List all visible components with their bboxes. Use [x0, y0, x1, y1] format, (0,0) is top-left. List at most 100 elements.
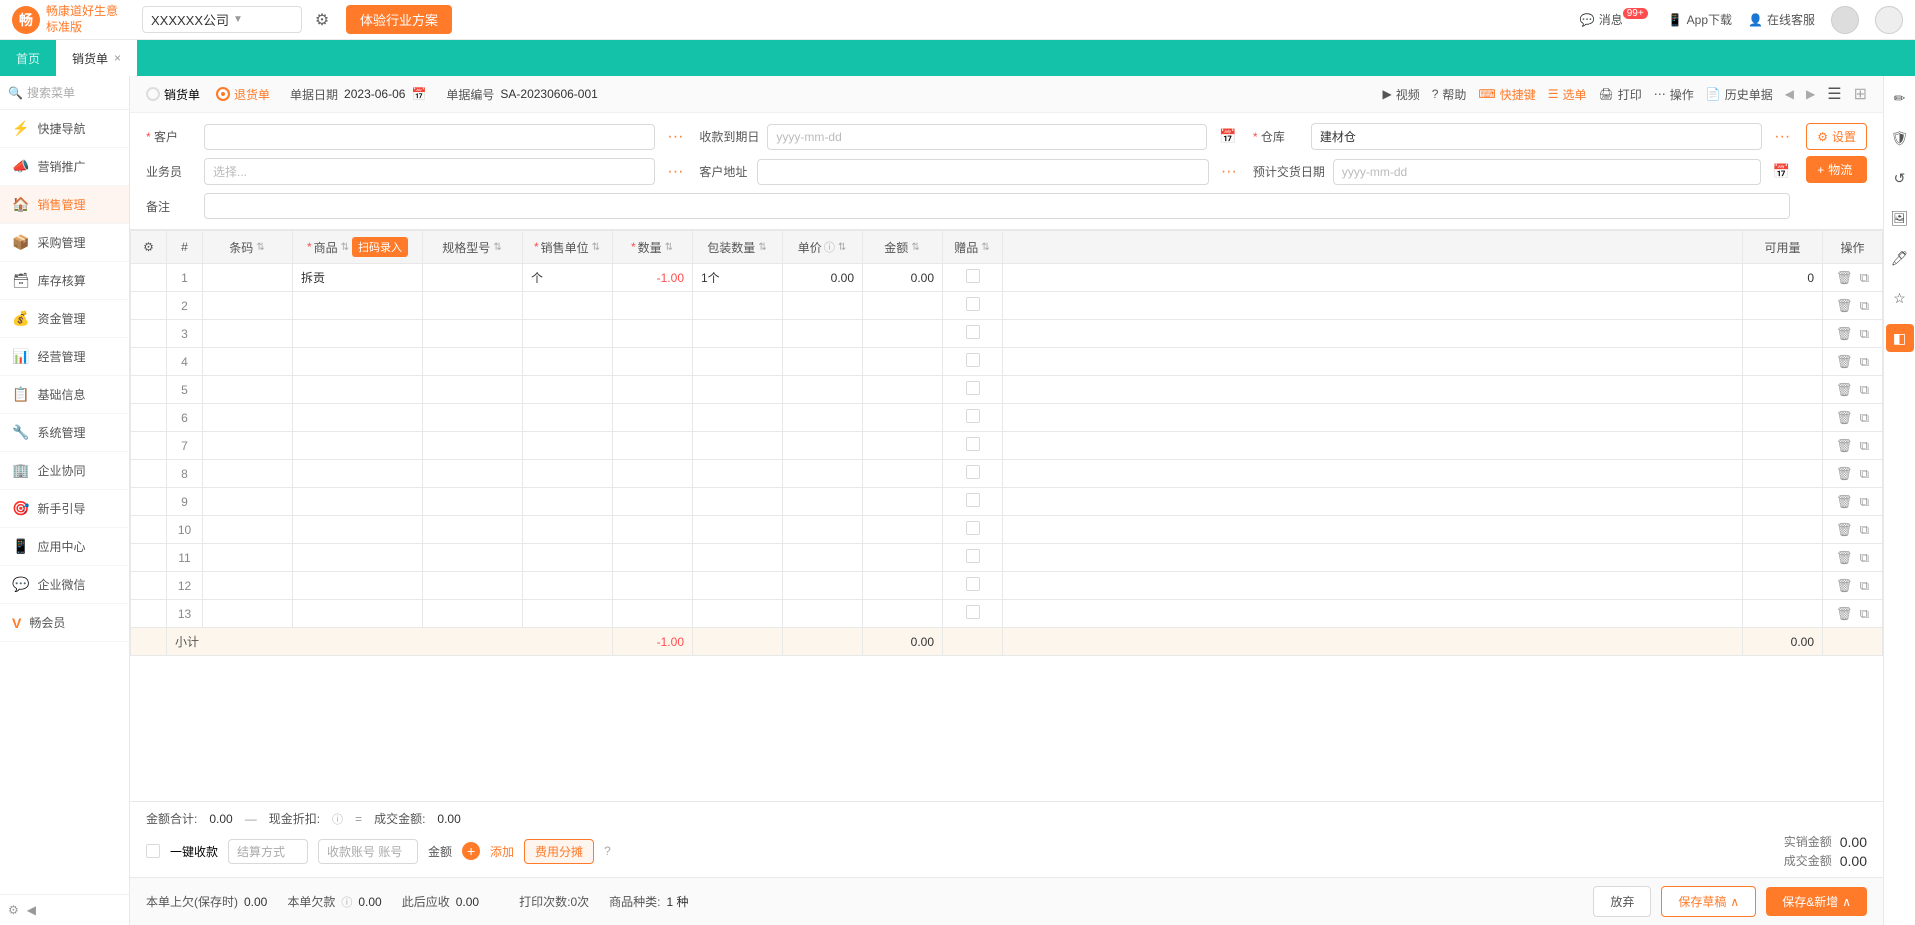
cell-price-0[interactable]: 0.00 [783, 264, 863, 292]
sidebar-item-system[interactable]: 🔧 系统管理 [0, 414, 129, 452]
th-settings[interactable]: ⚙ [131, 231, 167, 264]
cell-product-0[interactable]: 拆贡 [293, 264, 423, 292]
customer-dots-icon[interactable]: ··· [667, 128, 683, 146]
copy-icon-0[interactable]: ⧉ [1860, 270, 1869, 285]
cell-amount-0[interactable]: 0.00 [863, 264, 943, 292]
fee-help-icon[interactable]: ? [604, 844, 611, 858]
float-edit-icon[interactable]: ✏ [1886, 84, 1914, 112]
cell-notes-5[interactable] [1003, 404, 1743, 432]
cell-pkg-10[interactable] [693, 544, 783, 572]
sidebar-item-basic-info[interactable]: 📋 基础信息 [0, 376, 129, 414]
delete-icon-6[interactable]: 🗑 [1836, 438, 1853, 453]
table-settings-icon[interactable]: ⚙ [143, 240, 154, 254]
save-draft-button[interactable]: 保存草稿 ∧ [1661, 886, 1756, 917]
cell-amount-9[interactable] [863, 516, 943, 544]
gift-checkbox-5[interactable] [966, 409, 980, 423]
cell-barcode-12[interactable] [203, 600, 293, 628]
debt-info-icon[interactable]: ⓘ [341, 894, 352, 910]
cell-gift-4[interactable] [943, 376, 1003, 404]
tab-home[interactable]: 首页 [0, 40, 56, 76]
cell-qty-3[interactable] [613, 348, 693, 376]
add-payment-button[interactable]: + [462, 842, 480, 860]
cell-barcode-9[interactable] [203, 516, 293, 544]
spec-sort-icon[interactable]: ⇅ [493, 242, 501, 253]
cell-product-3[interactable] [293, 348, 423, 376]
cell-notes-0[interactable] [1003, 264, 1743, 292]
copy-icon-10[interactable]: ⧉ [1860, 550, 1869, 565]
cell-qty-7[interactable] [613, 460, 693, 488]
cell-notes-9[interactable] [1003, 516, 1743, 544]
delete-icon-5[interactable]: 🗑 [1836, 410, 1853, 425]
discount-info-icon[interactable]: ⓘ [332, 811, 343, 827]
delete-icon-12[interactable]: 🗑 [1836, 606, 1853, 621]
sidebar-search[interactable]: 🔍 搜索菜单 [0, 76, 129, 110]
cell-notes-6[interactable] [1003, 432, 1743, 460]
cell-gift-7[interactable] [943, 460, 1003, 488]
gift-checkbox-1[interactable] [966, 297, 980, 311]
fee-split-button[interactable]: 费用分摊 [524, 839, 594, 864]
sidebar-item-wechat[interactable]: 💬 企业微信 [0, 566, 129, 604]
cell-product-7[interactable] [293, 460, 423, 488]
cell-amount-8[interactable] [863, 488, 943, 516]
cell-qty-4[interactable] [613, 376, 693, 404]
cell-pkg-12[interactable] [693, 600, 783, 628]
salesperson-input[interactable]: 选择... [204, 158, 655, 185]
cell-barcode-7[interactable] [203, 460, 293, 488]
cell-spec-1[interactable] [423, 292, 523, 320]
gift-checkbox-3[interactable] [966, 353, 980, 367]
cell-spec-11[interactable] [423, 572, 523, 600]
cell-price-7[interactable] [783, 460, 863, 488]
ops-btn[interactable]: ⋯ 操作 [1654, 86, 1694, 103]
help-btn[interactable]: ? 帮助 [1432, 86, 1467, 103]
cell-amount-12[interactable] [863, 600, 943, 628]
cell-qty-5[interactable] [613, 404, 693, 432]
gift-checkbox-10[interactable] [966, 549, 980, 563]
copy-icon-7[interactable]: ⧉ [1860, 466, 1869, 481]
cell-price-4[interactable] [783, 376, 863, 404]
cell-spec-7[interactable] [423, 460, 523, 488]
customer-addr-input[interactable] [757, 159, 1208, 185]
cell-notes-1[interactable] [1003, 292, 1743, 320]
cell-pkg-8[interactable] [693, 488, 783, 516]
nav-prev-icon[interactable]: ◀ [1785, 87, 1794, 101]
cell-barcode-3[interactable] [203, 348, 293, 376]
copy-icon-12[interactable]: ⧉ [1860, 606, 1869, 621]
tab-sales-order[interactable]: 销货单 × [56, 40, 137, 76]
app-download-button[interactable]: 📱 App下载 [1668, 11, 1732, 28]
warehouse-input[interactable]: 建材仓 [1311, 123, 1762, 150]
user-avatar[interactable] [1831, 6, 1859, 34]
cell-unit-7[interactable] [523, 460, 613, 488]
cell-gift-3[interactable] [943, 348, 1003, 376]
barcode-sort-icon[interactable]: ⇅ [256, 242, 264, 253]
copy-icon-5[interactable]: ⧉ [1860, 410, 1869, 425]
cell-amount-10[interactable] [863, 544, 943, 572]
float-shield-icon[interactable]: 🛡 [1886, 124, 1914, 152]
cell-amount-2[interactable] [863, 320, 943, 348]
cell-qty-6[interactable] [613, 432, 693, 460]
cell-product-2[interactable] [293, 320, 423, 348]
cell-product-12[interactable] [293, 600, 423, 628]
cell-notes-11[interactable] [1003, 572, 1743, 600]
sidebar-item-sales-mgmt[interactable]: 🏠 销售管理 [0, 186, 129, 224]
copy-icon-6[interactable]: ⧉ [1860, 438, 1869, 453]
cell-amount-3[interactable] [863, 348, 943, 376]
sidebar-item-finance[interactable]: 💰 资金管理 [0, 300, 129, 338]
copy-icon-11[interactable]: ⧉ [1860, 578, 1869, 593]
gift-checkbox-6[interactable] [966, 437, 980, 451]
delete-icon-11[interactable]: 🗑 [1836, 578, 1853, 593]
cell-gift-9[interactable] [943, 516, 1003, 544]
settings-btn[interactable]: ⚙ 设置 [1806, 123, 1867, 150]
cell-spec-10[interactable] [423, 544, 523, 572]
cell-notes-12[interactable] [1003, 600, 1743, 628]
logistics-btn[interactable]: + 物流 [1806, 156, 1867, 183]
cell-gift-11[interactable] [943, 572, 1003, 600]
gift-checkbox-0[interactable] [966, 269, 980, 283]
cell-gift-0[interactable] [943, 264, 1003, 292]
cell-barcode-6[interactable] [203, 432, 293, 460]
copy-icon-4[interactable]: ⧉ [1860, 382, 1869, 397]
gift-checkbox-2[interactable] [966, 325, 980, 339]
gift-sort-icon[interactable]: ⇅ [981, 242, 989, 253]
cell-qty-10[interactable] [613, 544, 693, 572]
cell-spec-9[interactable] [423, 516, 523, 544]
cell-pkg-1[interactable] [693, 292, 783, 320]
